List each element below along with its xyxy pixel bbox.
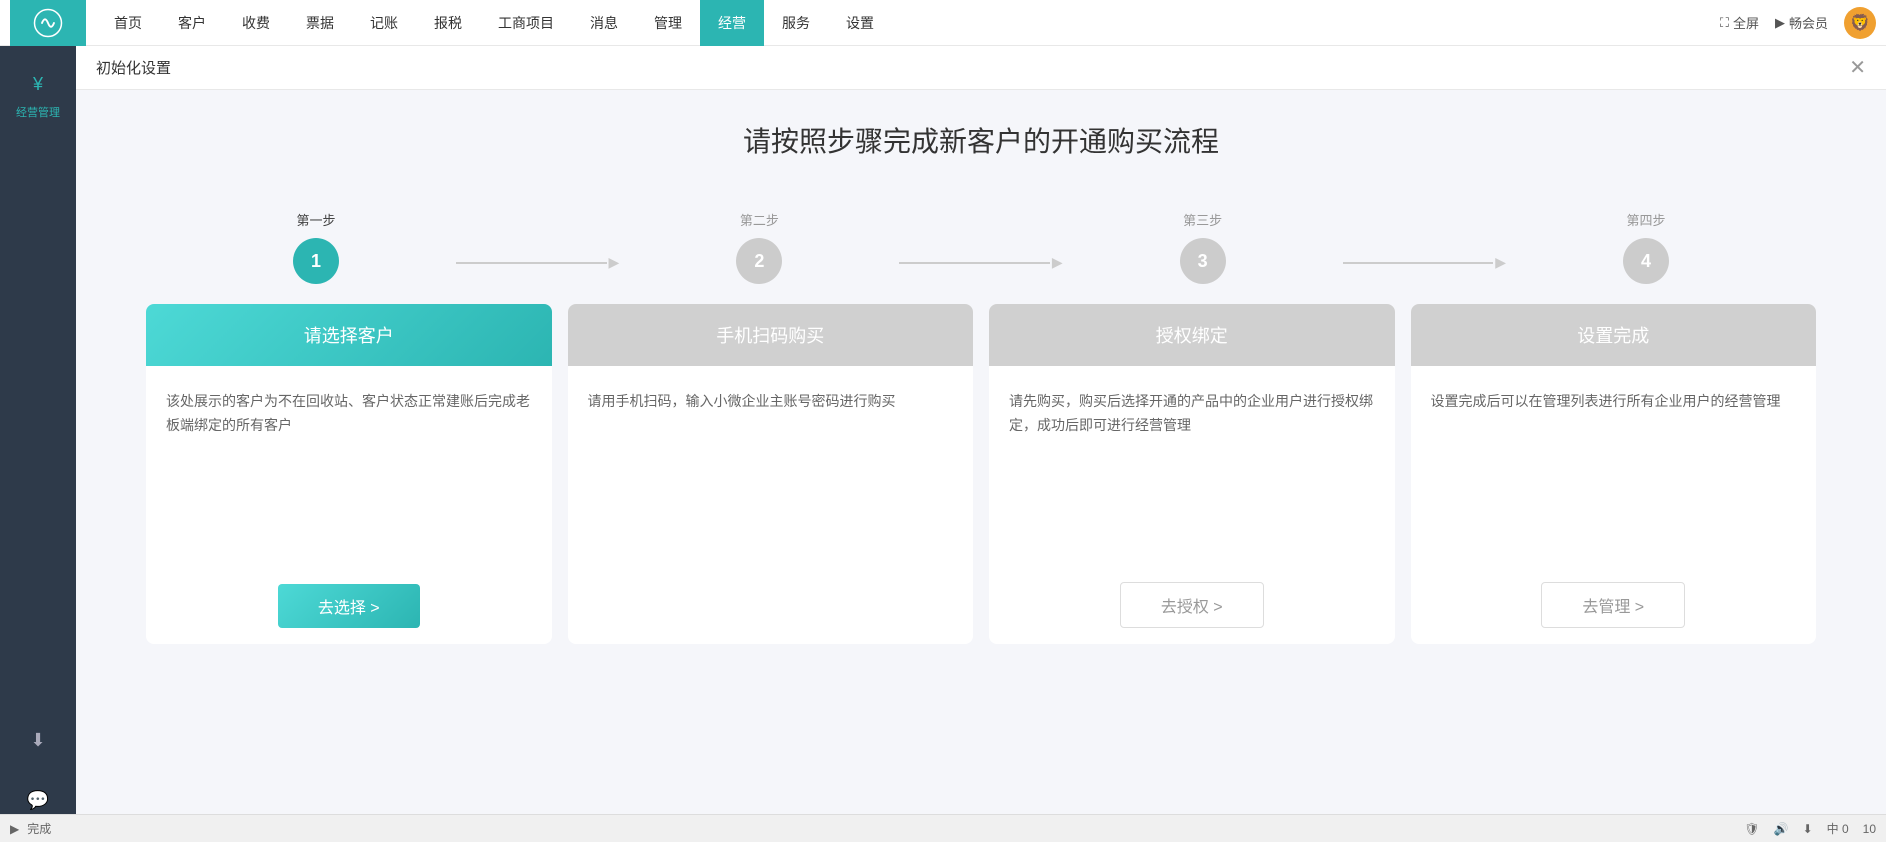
main-layout: ¥ 经营管理 ⬇ 💬 初始化设置 ✕ 请按照步骤完成新客户的开通购买流程 第一步… — [0, 46, 1886, 842]
step-circle-1: 1 — [293, 238, 339, 284]
step-circle-2: 2 — [736, 238, 782, 284]
step-connector-1: ▶ — [456, 254, 619, 271]
steps-row: 第一步 1 ▶ 第二步 2 ▶ 第三步 3 ▶ 第四步 4 — [116, 210, 1846, 284]
step-label-3: 第三步 — [1183, 210, 1222, 230]
arrow-1: ▶ — [609, 254, 620, 271]
nav-item-记账[interactable]: 记账 — [352, 0, 416, 46]
arrow-3: ▶ — [1495, 254, 1506, 271]
fullscreen-button[interactable]: ⛶ 全屏 — [1720, 13, 1759, 32]
card-btn-3[interactable]: 去授权 > — [1120, 582, 1264, 628]
step-card-2: 手机扫码购买请用手机扫码，输入小微企业主账号密码进行购买 — [568, 304, 974, 644]
card-footer-3: 去授权 > — [989, 566, 1395, 644]
clock: 10 — [1863, 822, 1876, 836]
close-button[interactable]: ✕ — [1849, 58, 1866, 78]
logo-icon — [33, 8, 63, 38]
top-nav: 首页客户收费票据记账报税工商项目消息管理经营服务设置 ⛶ 全屏 ▶ 畅会员 🦁 — [0, 0, 1886, 46]
step-circle-3: 3 — [1180, 238, 1226, 284]
sidebar-item-download[interactable]: ⬇ — [0, 712, 76, 772]
sidebar: ¥ 经营管理 ⬇ 💬 — [0, 46, 76, 842]
nav-item-收费[interactable]: 收费 — [224, 0, 288, 46]
step-card-3: 授权绑定请先购买，购买后选择开通的产品中的企业用户进行授权绑定，成功后即可进行经… — [989, 304, 1395, 644]
shield-icon: 🛡 — [1744, 822, 1759, 836]
card-btn-1[interactable]: 去选择 > — [278, 584, 420, 628]
card-footer-4: 去管理 > — [1411, 566, 1817, 644]
step-card-1: 请选择客户该处展示的客户为不在回收站、客户状态正常建账后完成老板端绑定的所有客户… — [146, 304, 552, 644]
nav-item-客户[interactable]: 客户 — [160, 0, 224, 46]
nav-item-首页[interactable]: 首页 — [96, 0, 160, 46]
avatar[interactable]: 🦁 — [1844, 7, 1876, 39]
member-button[interactable]: ▶ 畅会员 — [1775, 13, 1828, 32]
card-header-2: 手机扫码购买 — [568, 304, 974, 366]
step-label-1: 第一步 — [296, 210, 335, 230]
step-label-2: 第二步 — [740, 210, 779, 230]
volume-icon[interactable]: 🔊 — [1774, 822, 1789, 836]
content-area: 初始化设置 ✕ 请按照步骤完成新客户的开通购买流程 第一步 1 ▶ 第二步 2 ▶ 第三步 3… — [76, 46, 1886, 842]
sidebar-item-management[interactable]: ¥ 经营管理 — [0, 56, 76, 132]
step-col-4: 第四步 4 — [1506, 210, 1786, 284]
card-btn-4[interactable]: 去管理 > — [1541, 582, 1685, 628]
step-col-2: 第二步 2 — [619, 210, 899, 284]
step-connector-3: ▶ — [1343, 254, 1506, 271]
nav-item-经营[interactable]: 经营 — [700, 0, 764, 46]
step-col-3: 第三步 3 — [1063, 210, 1343, 284]
ime-indicator: 中 0 — [1827, 820, 1849, 837]
step-label-4: 第四步 — [1626, 210, 1665, 230]
card-header-3: 授权绑定 — [989, 304, 1395, 366]
download-status-icon: ⬇ — [1803, 822, 1813, 836]
card-header-4: 设置完成 — [1411, 304, 1817, 366]
arrow-2: ▶ — [1052, 254, 1063, 271]
status-label: 完成 — [27, 820, 51, 837]
page-title: 初始化设置 — [96, 57, 171, 78]
page-header: 初始化设置 ✕ — [76, 46, 1886, 90]
nav-items: 首页客户收费票据记账报税工商项目消息管理经营服务设置 — [96, 0, 1720, 46]
status-bar-right: 🛡 🔊 ⬇ 中 0 10 — [1744, 820, 1876, 837]
step-circle-4: 4 — [1623, 238, 1669, 284]
nav-item-服务[interactable]: 服务 — [764, 0, 828, 46]
main-content: 请按照步骤完成新客户的开通购买流程 第一步 1 ▶ 第二步 2 ▶ 第三步 3 ▶ 第四步 4 请选… — [76, 90, 1886, 842]
main-title: 请按照步骤完成新客户的开通购买流程 — [116, 120, 1846, 160]
card-body-1: 该处展示的客户为不在回收站、客户状态正常建账后完成老板端绑定的所有客户 — [146, 366, 552, 568]
step-col-1: 第一步 1 — [176, 210, 456, 284]
nav-logo — [10, 0, 86, 46]
card-footer-1: 去选择 > — [146, 568, 552, 644]
support-icon: 💬 — [22, 784, 54, 816]
play-icon[interactable]: ▶ — [10, 822, 19, 836]
line-inner-2 — [899, 262, 1050, 264]
nav-item-管理[interactable]: 管理 — [636, 0, 700, 46]
nav-item-工商项目[interactable]: 工商项目 — [480, 0, 572, 46]
nav-item-设置[interactable]: 设置 — [828, 0, 892, 46]
step-connector-2: ▶ — [899, 254, 1062, 271]
step-card-4: 设置完成设置完成后可以在管理列表进行所有企业用户的经营管理去管理 > — [1411, 304, 1817, 644]
card-body-2: 请用手机扫码，输入小微企业主账号密码进行购买 — [568, 366, 974, 612]
line-inner-3 — [1343, 262, 1494, 264]
card-body-4: 设置完成后可以在管理列表进行所有企业用户的经营管理 — [1411, 366, 1817, 566]
yuan-icon: ¥ — [22, 68, 54, 100]
card-footer-2 — [568, 612, 974, 644]
line-inner-1 — [456, 262, 607, 264]
nav-item-消息[interactable]: 消息 — [572, 0, 636, 46]
status-bar: ▶ 完成 🛡 🔊 ⬇ 中 0 10 — [0, 814, 1886, 842]
download-icon: ⬇ — [22, 724, 54, 756]
card-header-1: 请选择客户 — [146, 304, 552, 366]
card-body-3: 请先购买，购买后选择开通的产品中的企业用户进行授权绑定，成功后即可进行经营管理 — [989, 366, 1395, 566]
nav-right: ⛶ 全屏 ▶ 畅会员 🦁 — [1720, 7, 1876, 39]
nav-item-票据[interactable]: 票据 — [288, 0, 352, 46]
cards-row: 请选择客户该处展示的客户为不在回收站、客户状态正常建账后完成老板端绑定的所有客户… — [116, 304, 1846, 644]
nav-item-报税[interactable]: 报税 — [416, 0, 480, 46]
